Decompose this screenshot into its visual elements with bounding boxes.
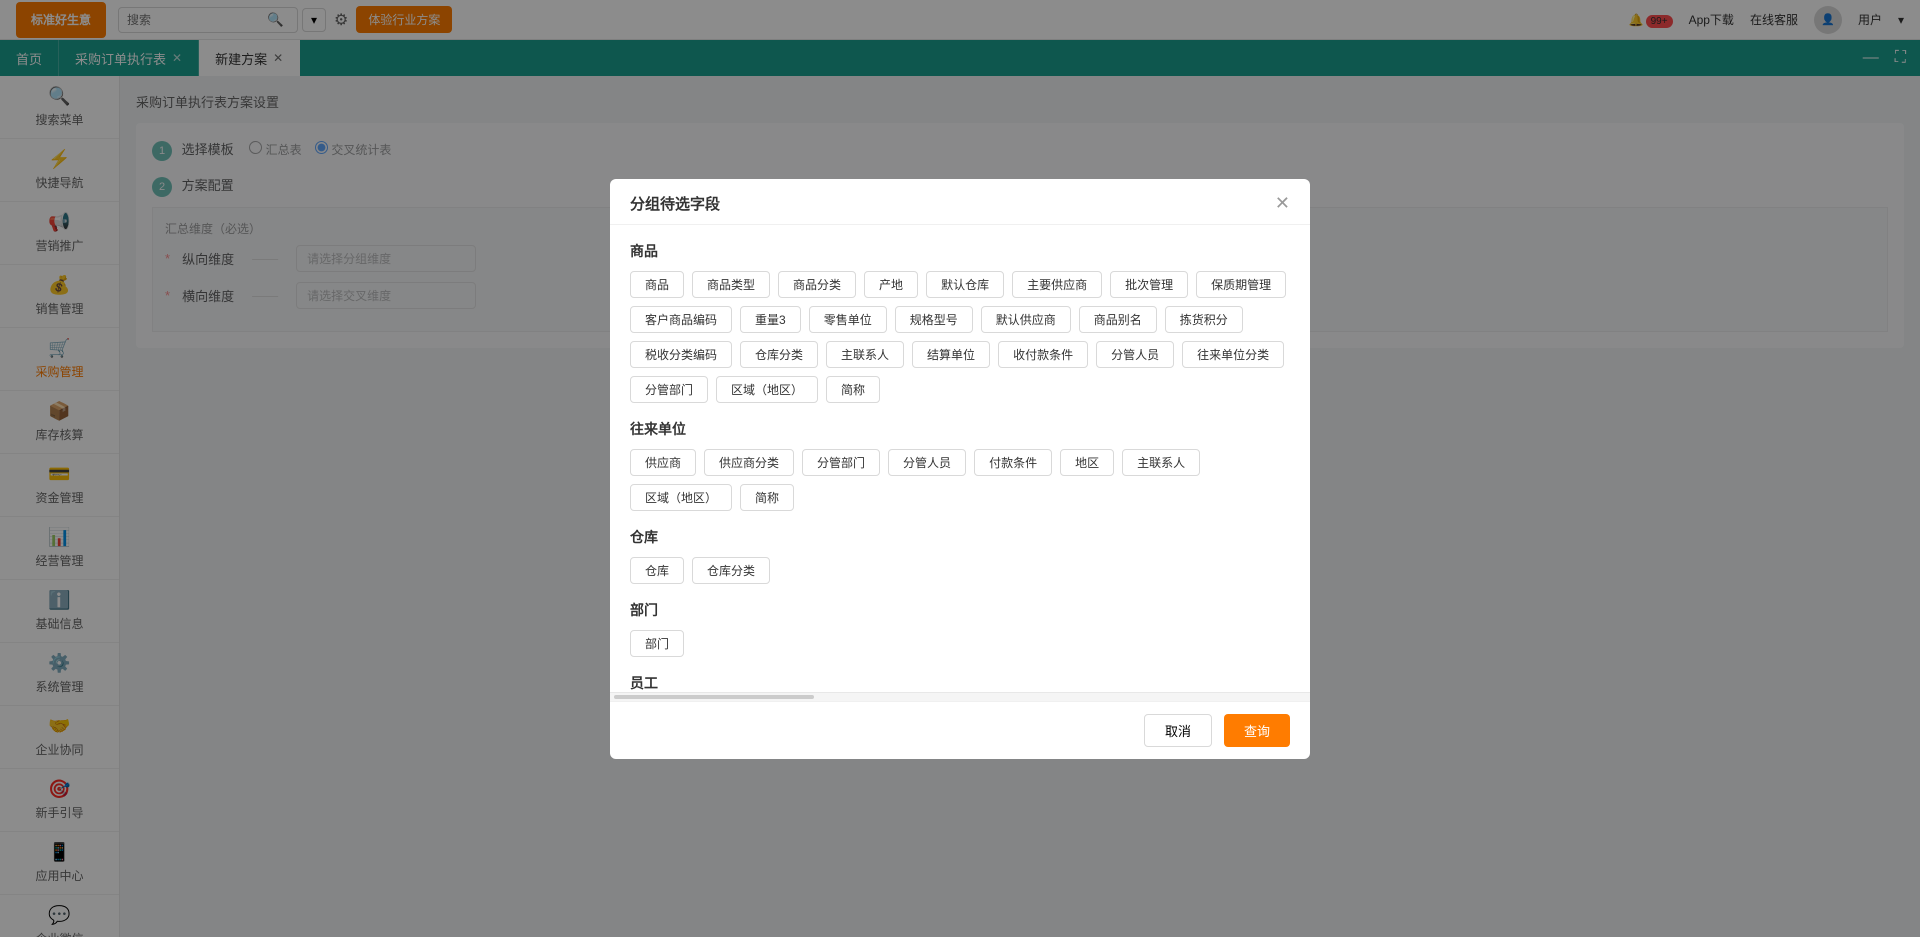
dialog-footer: 取消 查询 [610,701,1310,759]
dept-fields: 部门 [630,630,1290,657]
field-partner-category[interactable]: 往来单位分类 [1182,341,1284,368]
field-settlement-unit[interactable]: 结算单位 [912,341,990,368]
field-short-name[interactable]: 简称 [826,376,880,403]
dialog-overlay: 分组待选字段 ✕ 商品 商品 商品类型 商品分类 产地 默认仓库 主要供应商 批… [0,0,1920,937]
field-partner-dept[interactable]: 分管部门 [802,449,880,476]
cancel-button[interactable]: 取消 [1144,714,1212,747]
field-partner-short[interactable]: 简称 [740,484,794,511]
section-partner-title: 往来单位 [630,419,1290,439]
field-region[interactable]: 区域（地区） [716,376,818,403]
field-managing-dept[interactable]: 分管部门 [630,376,708,403]
confirm-button[interactable]: 查询 [1224,714,1290,747]
field-pick-points[interactable]: 拣货积分 [1165,306,1243,333]
field-payment-cond[interactable]: 付款条件 [974,449,1052,476]
field-origin[interactable]: 产地 [864,271,918,298]
section-dept: 部门 部门 [630,600,1290,657]
field-area[interactable]: 地区 [1060,449,1114,476]
field-spec-model[interactable]: 规格型号 [895,306,973,333]
dialog-body: 商品 商品 商品类型 商品分类 产地 默认仓库 主要供应商 批次管理 保质期管理… [610,225,1310,692]
section-product-title: 商品 [630,241,1290,261]
field-supplier-category[interactable]: 供应商分类 [704,449,794,476]
section-warehouse-title: 仓库 [630,527,1290,547]
field-expiry-mgmt[interactable]: 保质期管理 [1196,271,1286,298]
section-dept-title: 部门 [630,600,1290,620]
field-product[interactable]: 商品 [630,271,684,298]
dialog-title: 分组待选字段 [630,193,720,214]
field-product-type[interactable]: 商品类型 [692,271,770,298]
field-default-warehouse[interactable]: 默认仓库 [926,271,1004,298]
field-select-dialog: 分组待选字段 ✕ 商品 商品 商品类型 商品分类 产地 默认仓库 主要供应商 批… [610,179,1310,759]
field-payment-terms[interactable]: 收付款条件 [998,341,1088,368]
field-partner-contact[interactable]: 主联系人 [1122,449,1200,476]
field-warehouse-category[interactable]: 仓库分类 [740,341,818,368]
field-main-supplier[interactable]: 主要供应商 [1012,271,1102,298]
field-partner-manager[interactable]: 分管人员 [888,449,966,476]
field-supplier[interactable]: 供应商 [630,449,696,476]
field-retail-unit[interactable]: 零售单位 [809,306,887,333]
warehouse-fields: 仓库 仓库分类 [630,557,1290,584]
dialog-header: 分组待选字段 ✕ [610,179,1310,225]
product-fields: 商品 商品类型 商品分类 产地 默认仓库 主要供应商 批次管理 保质期管理 客户… [630,271,1290,403]
section-partner: 往来单位 供应商 供应商分类 分管部门 分管人员 付款条件 地区 主联系人 区域… [630,419,1290,511]
field-dept[interactable]: 部门 [630,630,684,657]
field-customer-code[interactable]: 客户商品编码 [630,306,732,333]
partner-fields: 供应商 供应商分类 分管部门 分管人员 付款条件 地区 主联系人 区域（地区） … [630,449,1290,511]
dialog-close-button[interactable]: ✕ [1275,194,1290,212]
field-partner-region[interactable]: 区域（地区） [630,484,732,511]
field-product-category[interactable]: 商品分类 [778,271,856,298]
field-weight[interactable]: 重量3 [740,306,801,333]
section-product: 商品 商品 商品类型 商品分类 产地 默认仓库 主要供应商 批次管理 保质期管理… [630,241,1290,403]
field-warehouse-cat[interactable]: 仓库分类 [692,557,770,584]
field-warehouse[interactable]: 仓库 [630,557,684,584]
section-employee: 员工 业务员 [630,673,1290,692]
field-main-contact[interactable]: 主联系人 [826,341,904,368]
field-product-alias[interactable]: 商品别名 [1079,306,1157,333]
dialog-horizontal-scrollbar[interactable] [610,692,1310,701]
field-manager[interactable]: 分管人员 [1096,341,1174,368]
field-tax-code[interactable]: 税收分类编码 [630,341,732,368]
section-employee-title: 员工 [630,673,1290,692]
section-warehouse: 仓库 仓库 仓库分类 [630,527,1290,584]
field-default-supplier[interactable]: 默认供应商 [981,306,1071,333]
field-batch-mgmt[interactable]: 批次管理 [1110,271,1188,298]
